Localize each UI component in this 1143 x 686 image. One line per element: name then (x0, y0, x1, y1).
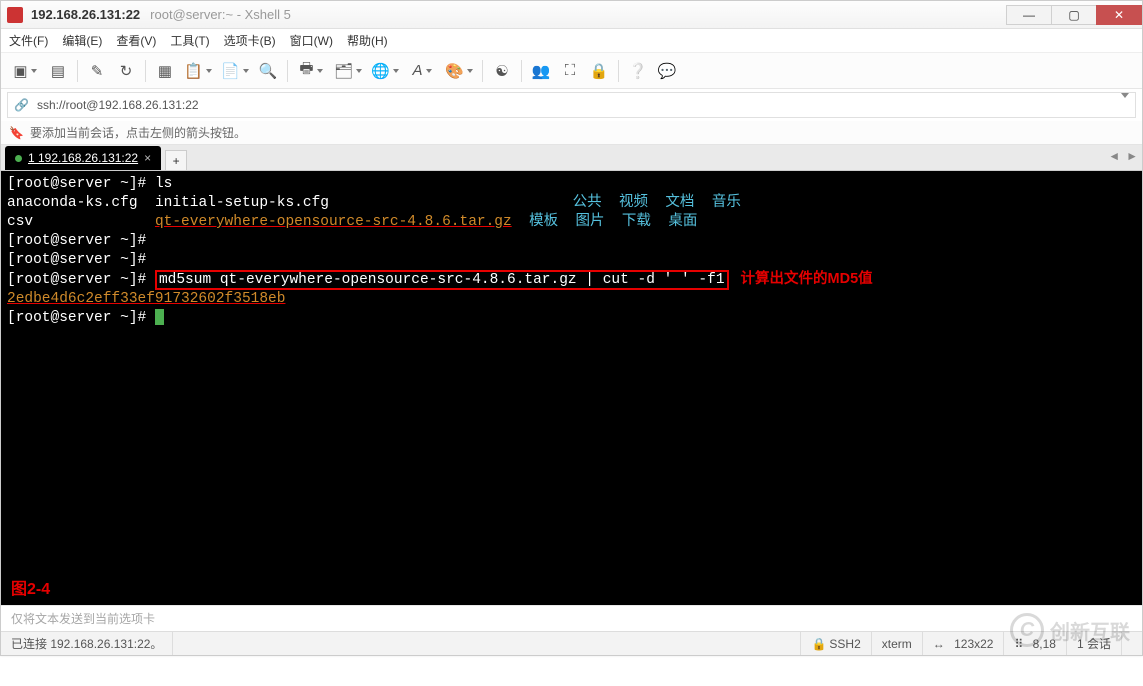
menu-bar: 文件(F) 编辑(E) 查看(V) 工具(T) 选项卡(B) 窗口(W) 帮助(… (1, 29, 1142, 53)
ls-file-highlight: qt-everywhere-opensource-src-4.8.6.tar.g… (155, 214, 512, 230)
md5-output: 2edbe4d6c2eff33ef91732602f3518eb (7, 291, 285, 307)
print-button[interactable]: 🖶 (293, 57, 329, 85)
status-bar: 已连接 192.168.26.131:22。 🔒SSH2 xterm ↔ 123… (1, 631, 1142, 655)
status-ssh: 🔒SSH2 (800, 632, 870, 655)
font-button[interactable]: A (404, 57, 440, 85)
lock-button[interactable]: 🔒 (585, 57, 613, 85)
command-highlight-box: md5sum qt-everywhere-opensource-src-4.8.… (155, 270, 729, 290)
resize-icon: ↔ (933, 637, 945, 651)
close-tab-icon[interactable]: × (144, 151, 151, 165)
status-ssh-text: SSH2 (829, 637, 860, 651)
status-dot-icon (15, 155, 22, 162)
tab-bar: 1 192.168.26.131:22 × + ◄ ► (1, 145, 1142, 171)
chat-button[interactable]: 💬 (653, 57, 681, 85)
ls-item: anaconda-ks.cfg (7, 195, 138, 211)
title-bar: 192.168.26.131:22 root@server:~ - Xshell… (1, 1, 1142, 29)
menu-view[interactable]: 查看(V) (116, 32, 156, 49)
ls-dir: 图片 (576, 214, 605, 230)
new-session-button[interactable]: ▣ (7, 57, 43, 85)
prompt: [root@server ~]# (7, 272, 155, 288)
terminal[interactable]: [root@server ~]# ls anaconda-ks.cfg init… (1, 171, 1142, 605)
address-dropdown[interactable] (1121, 98, 1129, 112)
window-title-sub: root@server:~ - Xshell 5 (150, 7, 291, 22)
ls-dir: 公共 (573, 195, 602, 211)
tab-prev-icon[interactable]: ◄ (1108, 149, 1120, 163)
help-button[interactable]: ❔ (624, 57, 652, 85)
maximize-button[interactable]: ▢ (1051, 5, 1097, 25)
status-size-text: 123x22 (954, 637, 993, 651)
copy-button[interactable]: 📋 (180, 57, 216, 85)
properties-button[interactable]: ▦ (151, 57, 179, 85)
status-size: ↔ 123x22 (922, 632, 1004, 655)
tab-nav: ◄ ► (1108, 149, 1138, 163)
grid-icon: ⠿ (1014, 637, 1023, 651)
terminal-cursor (155, 309, 164, 325)
menu-file[interactable]: 文件(F) (9, 32, 48, 49)
lock-icon: 🔒 (811, 637, 826, 651)
window-title-host: 192.168.26.131:22 (31, 7, 140, 22)
toolbar-separator (145, 60, 146, 82)
command-text: ls (155, 176, 172, 192)
toolbar: ▣ ▤ ✎ ↻ ▦ 📋 📄 🔍 🖶 🗂 🌐 A 🎨 ☯ 👥 ⛶ 🔒 ❔ 💬 (1, 53, 1142, 89)
status-connection: 已连接 192.168.26.131:22。 (1, 632, 173, 655)
toolbar-separator (77, 60, 78, 82)
ls-dir: 音乐 (712, 195, 741, 211)
menu-tool[interactable]: 工具(T) (170, 32, 209, 49)
toolbar-separator (618, 60, 619, 82)
link-icon: 🔗 (14, 98, 29, 112)
hint-text: 要添加当前会话，点击左侧的箭头按钮。 (30, 124, 246, 141)
toolbar-separator (521, 60, 522, 82)
ls-item: initial-setup-ks.cfg (155, 195, 329, 211)
color-button[interactable]: 🎨 (441, 57, 477, 85)
toolbar-separator (482, 60, 483, 82)
address-input[interactable] (35, 97, 1115, 113)
paste-button[interactable]: 📄 (217, 57, 253, 85)
ls-dir: 文档 (665, 195, 694, 211)
transfer-button[interactable]: 🗂 (330, 57, 366, 85)
ls-dir: 视频 (619, 195, 648, 211)
send-hint-text: 仅将文本发送到当前选项卡 (11, 610, 155, 627)
hint-icon: 🔖 (9, 126, 24, 140)
status-pos-text: 8,18 (1033, 637, 1056, 651)
status-pos: ⠿ 8,18 (1003, 632, 1066, 655)
address-bar: 🔗 (7, 92, 1136, 118)
users-button[interactable]: 👥 (527, 57, 555, 85)
app-icon (7, 7, 23, 23)
toolbar-separator (287, 60, 288, 82)
ls-dir: 下载 (622, 214, 651, 230)
annotation-text: 计算出文件的MD5值 (741, 271, 873, 287)
minimize-button[interactable]: — (1006, 5, 1052, 25)
session-tab-label: 1 192.168.26.131:22 (28, 151, 138, 165)
prompt: [root@server ~]# (7, 233, 146, 249)
figure-label: 图2-4 (11, 580, 50, 599)
reconnect-button[interactable]: ✎ (83, 57, 111, 85)
status-corner (1121, 632, 1142, 655)
prompt: [root@server ~]# (7, 252, 146, 268)
prompt: [root@server ~]# (7, 310, 155, 326)
hint-bar: 🔖 要添加当前会话，点击左侧的箭头按钮。 (1, 121, 1142, 145)
close-button[interactable]: ✕ (1096, 5, 1142, 25)
menu-tab[interactable]: 选项卡(B) (224, 32, 276, 49)
search-button[interactable]: 🔍 (254, 57, 282, 85)
ls-item: csv (7, 214, 33, 230)
send-hint: 仅将文本发送到当前选项卡 (1, 605, 1142, 631)
disconnect-button[interactable]: ↻ (112, 57, 140, 85)
tab-next-icon[interactable]: ► (1126, 149, 1138, 163)
add-tab-button[interactable]: + (165, 150, 187, 170)
prompt: [root@server ~]# (7, 176, 155, 192)
status-sessions: 1 会话 (1066, 632, 1121, 655)
fullscreen-button[interactable]: ⛶ (556, 57, 584, 85)
menu-help[interactable]: 帮助(H) (347, 32, 388, 49)
session-tab[interactable]: 1 192.168.26.131:22 × (5, 146, 161, 170)
menu-edit[interactable]: 编辑(E) (62, 32, 102, 49)
open-button[interactable]: ▤ (44, 57, 72, 85)
ls-dir: 模板 (529, 214, 558, 230)
menu-window[interactable]: 窗口(W) (290, 32, 333, 49)
script-button[interactable]: ☯ (488, 57, 516, 85)
globe-button[interactable]: 🌐 (367, 57, 403, 85)
ls-dir: 桌面 (668, 214, 697, 230)
status-term: xterm (871, 632, 922, 655)
